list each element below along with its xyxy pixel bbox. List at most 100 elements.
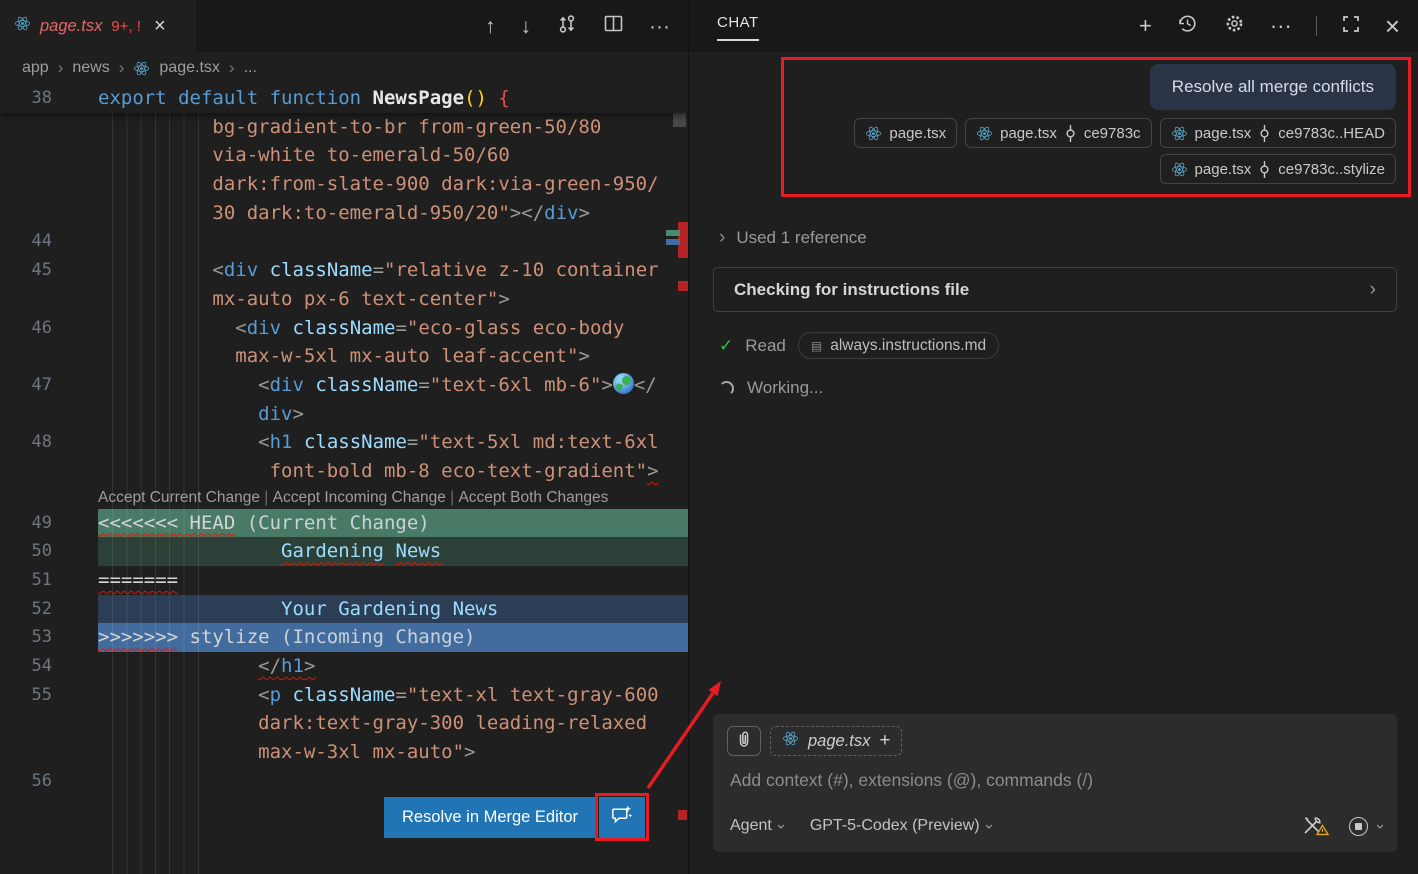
code-line[interactable]: 51======= — [0, 566, 688, 595]
close-panel-icon[interactable]: × — [1385, 13, 1400, 39]
paperclip-icon — [736, 730, 752, 753]
chat-body: Resolve all merge conflicts page.tsxpage… — [689, 52, 1418, 874]
code-line[interactable]: max-w-5xl mx-auto leaf-accent"> — [0, 342, 688, 371]
code-line[interactable]: 54 </h1> — [0, 652, 688, 681]
code-editor[interactable]: 38export default function NewsPage() { b… — [0, 84, 688, 874]
codelens-action[interactable]: Accept Incoming Change — [273, 486, 446, 509]
chat-panel: CHAT + ··· — [688, 0, 1418, 874]
code-line[interactable]: 48 <h1 className="text-5xl md:text-6xl — [0, 428, 688, 457]
chip-git-ref: ce9783c — [1084, 125, 1141, 142]
mode-picker[interactable]: Agent › — [730, 817, 784, 835]
line-number: 45 — [0, 256, 52, 285]
context-file-name: page.tsx — [808, 732, 870, 751]
git-ref-icon — [1258, 161, 1271, 178]
breadcrumb-separator: › — [229, 58, 235, 78]
code-line[interactable]: max-w-3xl mx-auto"> — [0, 738, 688, 767]
chevron-down-icon[interactable]: › — [1372, 824, 1389, 829]
editor-more-actions-icon[interactable]: ··· — [649, 16, 670, 37]
code-line[interactable]: 53>>>>>>> stylize (Incoming Change) — [0, 623, 688, 652]
code-line[interactable]: div> — [0, 400, 688, 429]
code-line[interactable]: dark:from-slate-900 dark:via-green-950/ — [0, 170, 688, 199]
attach-context-button[interactable] — [727, 726, 761, 756]
used-references-toggle[interactable]: › Used 1 reference — [719, 227, 867, 249]
code-line[interactable]: 56 — [0, 767, 688, 796]
git-ref-icon — [1064, 125, 1077, 142]
gear-icon[interactable] — [1223, 12, 1246, 40]
editor-tab-bar: page.tsx 9+, ! × ↑ ↓ ··· — [0, 0, 688, 52]
line-content: <<<<<<< HEAD (Current Change) — [98, 509, 688, 538]
configure-tools-icon[interactable] — [1301, 814, 1327, 838]
line-number — [0, 400, 52, 429]
attachment-chip[interactable]: page.tsxce9783c..HEAD — [1160, 118, 1396, 148]
line-content: <h1 className="text-5xl md:text-6xl — [98, 428, 688, 457]
used-references-label: Used 1 reference — [736, 228, 866, 248]
chat-history-icon[interactable] — [1176, 12, 1199, 40]
code-line[interactable]: 47 <div className="text-6xl mb-6"></ — [0, 371, 688, 400]
line-number — [0, 738, 52, 767]
code-line[interactable]: 50 Gardening News — [0, 537, 688, 566]
mode-label: Agent — [730, 817, 772, 835]
code-line[interactable]: 30 dark:to-emerald-950/20"></div> — [0, 199, 688, 228]
attachment-chip[interactable]: page.tsx ce9783c — [965, 118, 1151, 148]
chat-input-placeholder[interactable]: Add context (#), extensions (@), command… — [730, 770, 1093, 791]
breadcrumb-item[interactable]: page.tsx — [159, 59, 219, 77]
line-content: <p className="text-xl text-gray-600 — [98, 681, 688, 710]
context-file-chip[interactable]: page.tsx + — [770, 726, 902, 756]
chat-input-footer: Agent › GPT-5-Codex (Preview) › — [730, 812, 1383, 840]
line-content: via-white to-emerald-50/60 — [98, 141, 688, 170]
line-number: 55 — [0, 681, 52, 710]
code-line[interactable]: font-bold mb-8 eco-text-gradient"> — [0, 457, 688, 486]
attachment-chip[interactable]: page.tsx — [854, 118, 957, 148]
line-number — [0, 285, 52, 314]
resolve-with-copilot-button[interactable] — [599, 797, 645, 838]
code-line[interactable]: via-white to-emerald-50/60 — [0, 141, 688, 170]
codelens-action[interactable]: Accept Both Changes — [458, 486, 608, 509]
new-chat-icon[interactable]: + — [1139, 15, 1152, 37]
code-line[interactable]: 49<<<<<<< HEAD (Current Change) — [0, 509, 688, 538]
read-file-pill[interactable]: ▤ always.instructions.md — [798, 332, 999, 359]
split-editor-icon[interactable] — [603, 13, 624, 39]
breadcrumb-item[interactable]: news — [72, 59, 109, 77]
code-line[interactable]: mx-auto px-6 text-center"> — [0, 285, 688, 314]
breadcrumb-item[interactable]: ... — [244, 59, 257, 77]
maximize-panel-icon[interactable] — [1341, 14, 1361, 39]
line-number: 52 — [0, 595, 52, 624]
line-content: Gardening News — [98, 537, 688, 566]
code-line[interactable]: dark:text-gray-300 leading-relaxed — [0, 709, 688, 738]
tab-page-tsx[interactable]: page.tsx 9+, ! × — [0, 0, 196, 52]
breadcrumb-item[interactable]: app — [22, 59, 49, 77]
line-number — [0, 113, 52, 142]
code-line[interactable]: 45 <div className="relative z-10 contain… — [0, 256, 688, 285]
sticky-scroll-line[interactable]: 38export default function NewsPage() { — [0, 84, 688, 113]
chip-file-name: page.tsx — [1195, 125, 1252, 142]
go-previous-icon[interactable]: ↑ — [485, 16, 496, 37]
tool-call-item[interactable]: Checking for instructions file › — [713, 267, 1397, 312]
line-content: <div className="eco-glass eco-body — [98, 314, 688, 343]
read-label: Read — [745, 336, 786, 356]
model-picker[interactable]: GPT-5-Codex (Preview) › — [810, 817, 992, 835]
stop-request-button[interactable] — [1349, 817, 1368, 836]
open-changes-icon[interactable] — [556, 13, 578, 40]
chat-more-actions-icon[interactable]: ··· — [1270, 15, 1292, 37]
chat-input-container[interactable]: page.tsx + Add context (#), extensions (… — [713, 714, 1397, 852]
code-line[interactable]: bg-gradient-to-br from-green-50/80 — [0, 113, 688, 142]
code-line[interactable]: 38export default function NewsPage() { — [0, 84, 688, 113]
chat-header: CHAT + ··· — [689, 0, 1418, 52]
tab-problems-badge: 9+, ! — [111, 18, 141, 35]
go-next-icon[interactable]: ↓ — [521, 16, 532, 37]
code-line[interactable]: 46 <div className="eco-glass eco-body — [0, 314, 688, 343]
code-line[interactable]: 55 <p className="text-xl text-gray-600 — [0, 681, 688, 710]
attachment-chip[interactable]: page.tsxce9783c..stylize — [1160, 154, 1396, 184]
code-line[interactable]: 44 — [0, 227, 688, 256]
read-file-step: ✓ Read ▤ always.instructions.md — [719, 332, 999, 359]
resolve-in-merge-editor-button[interactable]: Resolve in Merge Editor — [384, 797, 596, 838]
working-status: Working... — [719, 378, 823, 398]
toolbar-divider — [1316, 16, 1317, 36]
line-number: 44 — [0, 227, 52, 256]
tab-chat[interactable]: CHAT — [717, 14, 759, 41]
tab-close-icon[interactable]: × — [154, 16, 166, 36]
codelens-action[interactable]: Accept Current Change — [98, 486, 260, 509]
line-content: >>>>>>> stylize (Incoming Change) — [98, 623, 688, 652]
chip-file-name: page.tsx — [1000, 125, 1057, 142]
code-line[interactable]: 52 Your Gardening News — [0, 595, 688, 624]
